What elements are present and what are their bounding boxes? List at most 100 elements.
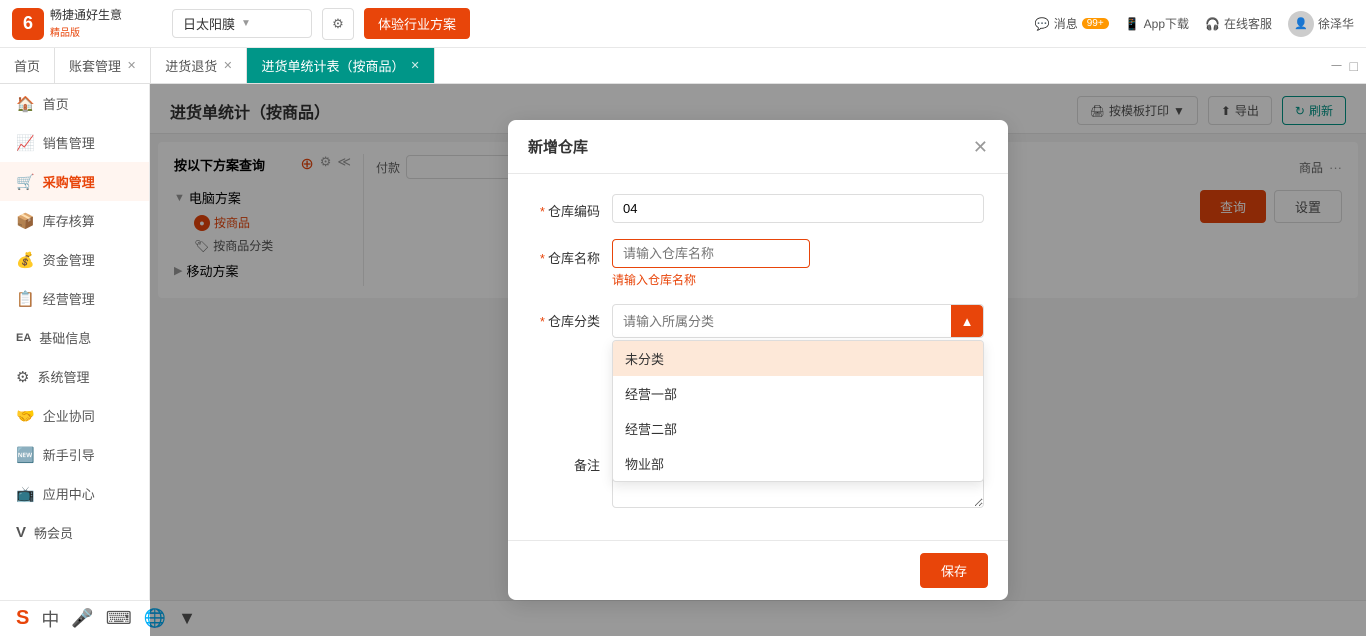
- top-header: 6 畅捷通好生意 精品版 日太阳膜 ▼ ⚙ 体验行业方案 💬 消息 99+ 📱 …: [0, 0, 1366, 48]
- category-input[interactable]: [613, 308, 951, 335]
- category-label: 仓库分类: [532, 304, 612, 330]
- sidebar-item-guide[interactable]: 🆕 新手引导: [0, 435, 149, 474]
- sogou-icon[interactable]: S: [16, 607, 29, 630]
- category-input-row: ▲: [612, 304, 984, 338]
- code-input[interactable]: [612, 194, 984, 223]
- sidebar-item-operations[interactable]: 📋 经营管理: [0, 279, 149, 318]
- modal-close-button[interactable]: ✕: [973, 138, 988, 156]
- code-row: 仓库编码: [532, 194, 984, 223]
- sales-icon: 📈: [16, 134, 35, 152]
- name-row: 仓库名称 请输入仓库名称: [532, 239, 984, 288]
- customer-service-item[interactable]: 🎧 在线客服: [1205, 15, 1272, 32]
- sidebar-item-system[interactable]: ⚙ 系统管理: [0, 357, 149, 396]
- app-sub: 精品版: [50, 24, 122, 39]
- sidebar-item-home[interactable]: 🏠 首页: [0, 84, 149, 123]
- apps-icon: 📺: [16, 485, 35, 503]
- home-icon: 🏠: [16, 95, 35, 113]
- system-icon: ⚙: [16, 368, 29, 386]
- code-label: 仓库编码: [532, 194, 612, 220]
- sidebar-member-label: 畅会员: [34, 523, 73, 542]
- app-name: 畅捷通好生意: [50, 8, 122, 24]
- modal-header: 新增仓库 ✕: [508, 120, 1008, 174]
- tab-purchase-return-label: 进货退货: [165, 56, 217, 75]
- category-wrapper: ▲ 未分类 经营一部 经营二部 物业部: [612, 304, 984, 338]
- tab-purchase-return[interactable]: 进货退货 ✕: [151, 48, 247, 83]
- sidebar-item-finance[interactable]: 💰 资金管理: [0, 240, 149, 279]
- tab-purchase-stats-label: 进货单统计表（按商品）: [261, 56, 404, 75]
- store-selector[interactable]: 日太阳膜 ▼: [172, 9, 312, 38]
- modal-overlay: 新增仓库 ✕ 仓库编码 仓库名称 请输入仓库名: [150, 84, 1366, 636]
- sidebar-item-sales[interactable]: 📈 销售管理: [0, 123, 149, 162]
- name-error-msg: 请输入仓库名称: [612, 271, 696, 288]
- chinese-input-icon[interactable]: 中: [41, 606, 59, 632]
- sidebar-enterprise-label: 企业协同: [43, 406, 95, 425]
- save-button[interactable]: 保存: [920, 553, 988, 588]
- mic-icon[interactable]: 🎤: [71, 608, 93, 629]
- dropdown-item-1[interactable]: 经营一部: [613, 376, 983, 411]
- modal-footer: 保存: [508, 540, 1008, 600]
- app-download-label: App下载: [1144, 15, 1189, 32]
- sidebar-operations-label: 经营管理: [43, 289, 95, 308]
- message-icon: 💬: [1035, 17, 1050, 31]
- sidebar-item-enterprise[interactable]: 🤝 企业协同: [0, 396, 149, 435]
- logo-icon: 6: [12, 8, 44, 40]
- sidebar-apps-label: 应用中心: [43, 484, 95, 503]
- logo-area: 6 畅捷通好生意 精品版: [12, 8, 162, 40]
- tab-window-btns: － □: [1322, 56, 1366, 76]
- message-item[interactable]: 💬 消息 99+: [1035, 15, 1109, 32]
- store-dropdown-arrow: ▼: [241, 18, 251, 29]
- sidebar-item-purchase[interactable]: 🛒 采购管理: [0, 162, 149, 201]
- tab-account-close[interactable]: ✕: [127, 59, 136, 72]
- sidebar-home-label: 首页: [43, 94, 69, 113]
- phone-icon: 📱: [1125, 17, 1140, 31]
- sidebar-item-inventory[interactable]: 📦 库存核算: [0, 201, 149, 240]
- modal-body: 仓库编码 仓库名称 请输入仓库名称 仓库分类: [508, 174, 1008, 540]
- main-layout: 🏠 首页 📈 销售管理 🛒 采购管理 📦 库存核算 💰 资金管理 📋 经营管理 …: [0, 84, 1366, 636]
- name-input[interactable]: [612, 239, 810, 268]
- inventory-icon: 📦: [16, 212, 35, 230]
- sidebar-item-apps[interactable]: 📺 应用中心: [0, 474, 149, 513]
- sidebar-item-basic-info[interactable]: EA 基础信息: [0, 318, 149, 357]
- tab-purchase-stats-close[interactable]: ✕: [411, 59, 420, 72]
- tab-purchase-stats[interactable]: 进货单统计表（按商品） ✕: [247, 48, 434, 83]
- operations-icon: 📋: [16, 290, 35, 308]
- sidebar-basic-info-label: 基础信息: [39, 328, 91, 347]
- headphone-icon: 🎧: [1205, 17, 1220, 31]
- tab-account-management[interactable]: 账套管理 ✕: [55, 48, 151, 83]
- username-label: 徐泽华: [1318, 15, 1354, 32]
- settings-icon[interactable]: ⚙: [322, 8, 354, 40]
- keyboard-icon[interactable]: ⌨: [106, 608, 132, 629]
- message-badge: 99+: [1082, 18, 1109, 29]
- sidebar-finance-label: 资金管理: [43, 250, 95, 269]
- minimize-icon[interactable]: －: [1330, 56, 1344, 76]
- tab-bar: 首页 账套管理 ✕ 进货退货 ✕ 进货单统计表（按商品） ✕ － □: [0, 48, 1366, 84]
- sidebar-system-label: 系统管理: [37, 367, 89, 386]
- basic-info-icon: EA: [16, 332, 31, 344]
- category-toggle-btn[interactable]: ▲: [951, 305, 983, 337]
- dropdown-item-2[interactable]: 经营二部: [613, 411, 983, 446]
- sidebar-guide-label: 新手引导: [43, 445, 95, 464]
- user-profile[interactable]: 👤 徐泽华: [1288, 11, 1354, 37]
- sidebar-item-member[interactable]: V 畅会员: [0, 513, 149, 552]
- purchase-icon: 🛒: [16, 173, 35, 191]
- dropdown-item-3[interactable]: 物业部: [613, 446, 983, 481]
- trial-button[interactable]: 体验行业方案: [364, 8, 470, 39]
- app-download-item[interactable]: 📱 App下载: [1125, 15, 1189, 32]
- avatar: 👤: [1288, 11, 1314, 37]
- finance-icon: 💰: [16, 251, 35, 269]
- tab-purchase-return-close[interactable]: ✕: [223, 59, 232, 72]
- sidebar-inventory-label: 库存核算: [43, 211, 95, 230]
- enterprise-icon: 🤝: [16, 407, 35, 425]
- dropdown-item-0[interactable]: 未分类: [613, 341, 983, 376]
- store-name: 日太阳膜: [183, 14, 235, 33]
- content-area: 进货单统计（按商品） 🖨 按模板打印 ▼ ⬆ 导出 ↻ 刷新: [150, 84, 1366, 636]
- add-warehouse-modal: 新增仓库 ✕ 仓库编码 仓库名称 请输入仓库名: [508, 120, 1008, 600]
- maximize-icon[interactable]: □: [1350, 58, 1358, 74]
- remark-label: 备注: [532, 448, 612, 474]
- tab-account-label: 账套管理: [69, 56, 121, 75]
- header-right: 💬 消息 99+ 📱 App下载 🎧 在线客服 👤 徐泽华: [1035, 11, 1354, 37]
- tab-home[interactable]: 首页: [0, 48, 55, 83]
- sidebar: 🏠 首页 📈 销售管理 🛒 采购管理 📦 库存核算 💰 资金管理 📋 经营管理 …: [0, 84, 150, 636]
- message-label: 消息: [1054, 15, 1078, 32]
- modal-title: 新增仓库: [528, 136, 588, 157]
